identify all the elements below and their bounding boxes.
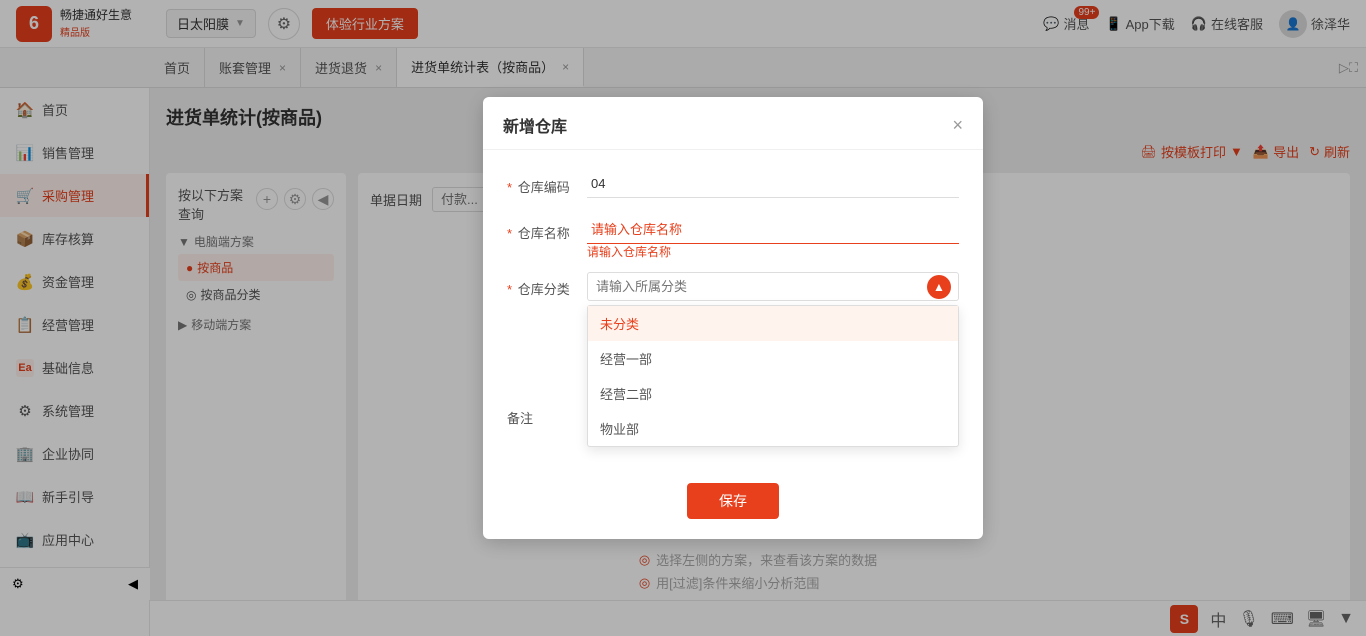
- name-input[interactable]: [587, 216, 959, 244]
- dialog-body: * 仓库编码 * 仓库名称 请输入仓库名称 * 仓库分类 ▲: [483, 150, 983, 471]
- form-row-code: * 仓库编码: [507, 170, 959, 198]
- category-input[interactable]: [587, 272, 959, 301]
- dropdown-item-dept1[interactable]: 经营一部: [588, 341, 958, 376]
- category-arrow-button[interactable]: ▲: [927, 275, 951, 299]
- dropdown-item-dept3[interactable]: 物业部: [588, 411, 958, 446]
- new-warehouse-dialog: 新增仓库 × * 仓库编码 * 仓库名称 请输入仓库名称 * 仓库分类: [483, 97, 983, 539]
- dialog-close-button[interactable]: ×: [952, 115, 963, 136]
- name-error-message: 请输入仓库名称: [587, 243, 671, 260]
- chevron-up-icon: ▲: [933, 280, 945, 294]
- category-label: * 仓库分类: [507, 272, 587, 298]
- form-row-category: * 仓库分类 ▲ 未分类 经营一部 经营二部 物业部: [507, 272, 959, 301]
- required-star: *: [507, 282, 512, 297]
- code-input[interactable]: [587, 170, 959, 198]
- dialog-title: 新增仓库: [503, 113, 567, 137]
- form-row-name: * 仓库名称 请输入仓库名称: [507, 216, 959, 244]
- category-dropdown: 未分类 经营一部 经营二部 物业部: [587, 305, 959, 447]
- code-label: * 仓库编码: [507, 170, 587, 196]
- dialog-header: 新增仓库 ×: [483, 97, 983, 150]
- dialog-footer: 保存: [483, 471, 983, 539]
- category-wrapper: ▲ 未分类 经营一部 经营二部 物业部: [587, 272, 959, 301]
- dropdown-item-dept2[interactable]: 经营二部: [588, 376, 958, 411]
- name-label: * 仓库名称: [507, 216, 587, 242]
- dropdown-item-unclassified[interactable]: 未分类: [588, 306, 958, 341]
- required-star: *: [507, 180, 512, 195]
- note-label: 备注: [507, 401, 587, 427]
- save-button[interactable]: 保存: [687, 483, 779, 519]
- required-star: *: [507, 226, 512, 241]
